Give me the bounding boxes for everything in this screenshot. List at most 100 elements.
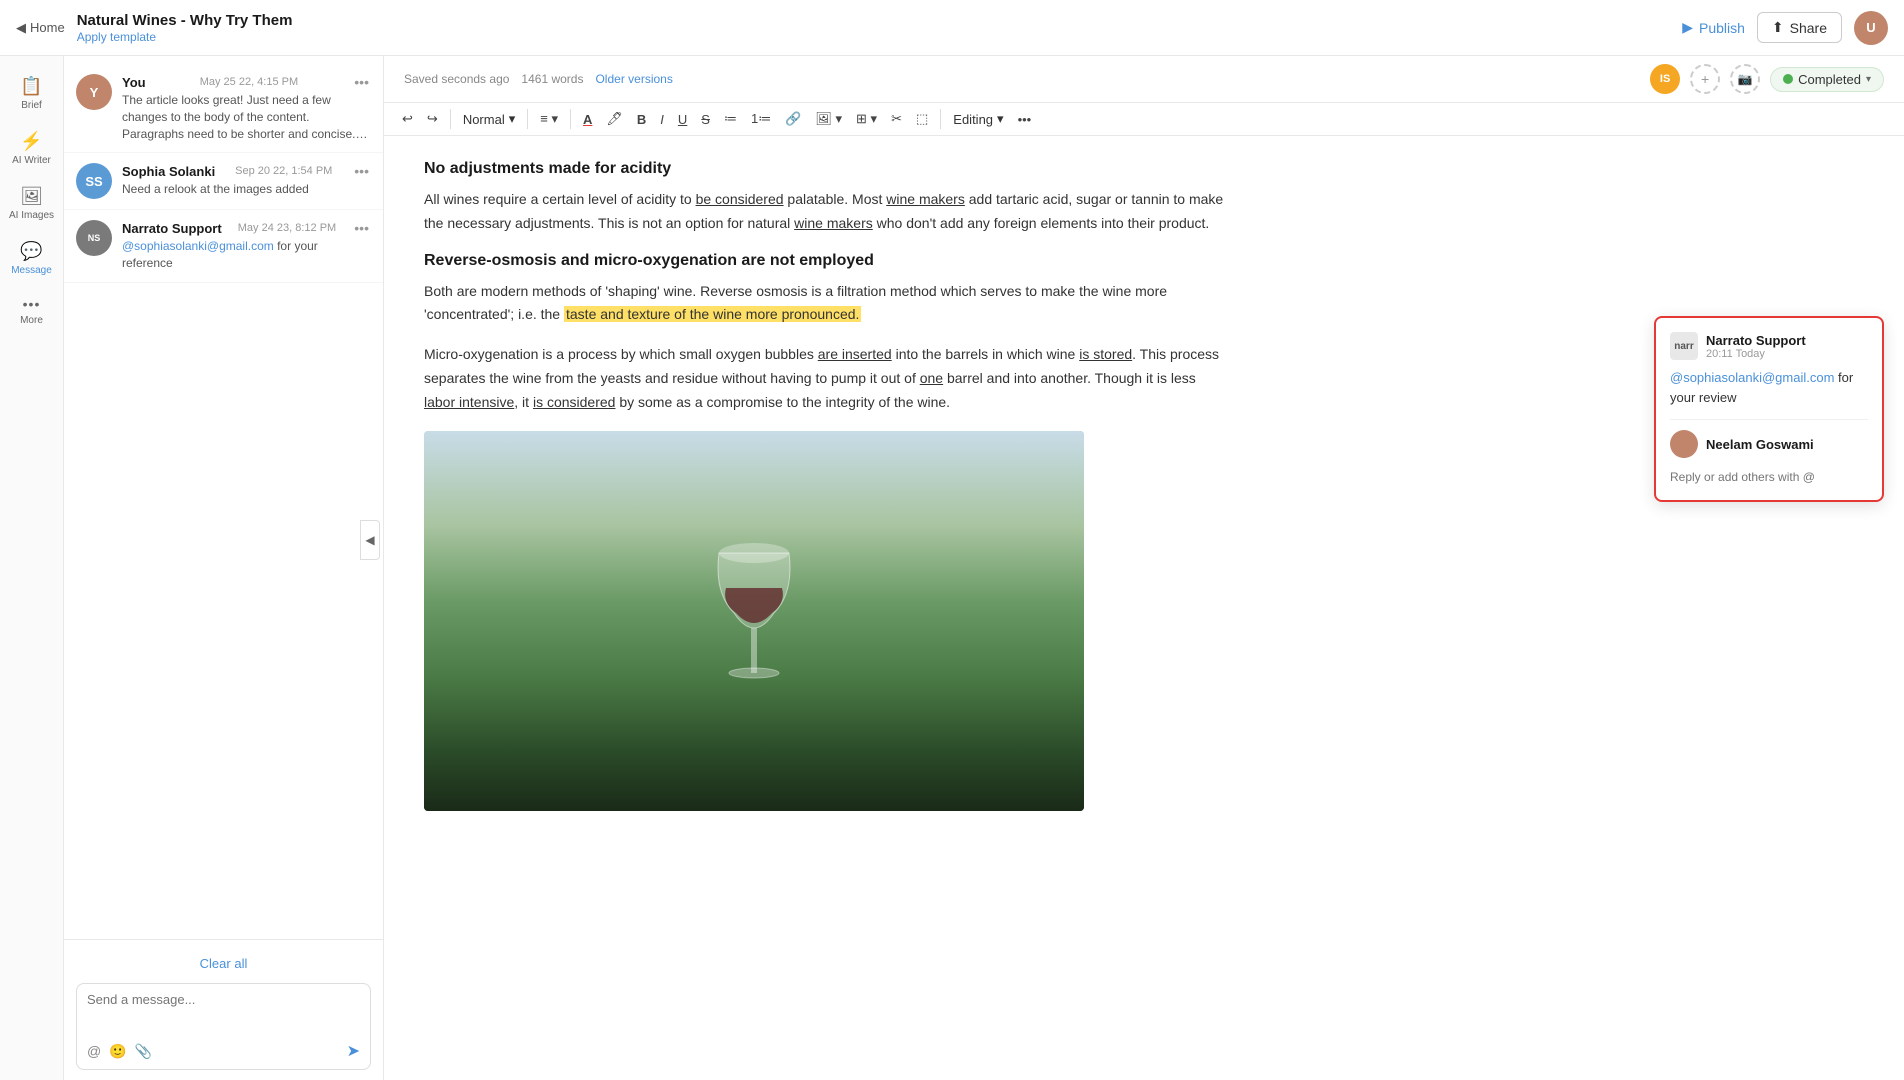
word-count: 1461 words <box>521 72 583 86</box>
wine-vineyard-image <box>424 431 1084 811</box>
reply-user-name: Neelam Goswami <box>1706 437 1814 452</box>
brief-icon: 📋 <box>20 76 42 97</box>
editor-toolbar: ↩ ↪ Normal ▾ ≡ ▾ A 🖊 B I U S ≔ 1≔ 🔗 🖼 ▾ … <box>384 103 1904 136</box>
more-toolbar-button[interactable]: ••• <box>1012 108 1038 131</box>
message-author: Sophia Solanki <box>122 164 215 179</box>
comment-popup: narr Narrato Support 20:11 Today @sophia… <box>1654 316 1884 502</box>
message-more-icon[interactable]: ••• <box>352 220 371 236</box>
message-content: Narrato Support May 24 23, 8:12 PM ••• @… <box>122 220 371 272</box>
comment-text: @sophiasolanki@gmail.com for your review <box>1670 368 1868 407</box>
camera-icon-button[interactable]: 📷 <box>1730 64 1760 94</box>
message-text: @sophiasolanki@gmail.com for your refere… <box>122 238 371 272</box>
saved-status: Saved seconds ago <box>404 72 509 86</box>
message-text: The article looks great! Just need a few… <box>122 92 371 142</box>
highlighted-text: taste and texture of the wine more prono… <box>564 306 861 322</box>
format-clear-button[interactable]: ✂ <box>885 107 908 131</box>
comment-time: 20:11 Today <box>1706 348 1806 360</box>
underline-button[interactable]: U <box>672 108 693 131</box>
code-button[interactable]: ⬚ <box>910 107 934 131</box>
text-color-button[interactable]: A <box>577 108 598 131</box>
topbar-title-area: Natural Wines - Why Try Them Apply templ… <box>77 12 1683 44</box>
collaborator-avatar-is: IS <box>1650 64 1680 94</box>
align-button[interactable]: ≡ ▾ <box>534 107 564 131</box>
topbar: ◀ Home Natural Wines - Why Try Them Appl… <box>0 0 1904 56</box>
clear-all-button[interactable]: Clear all <box>76 950 371 977</box>
sidebar-item-brief[interactable]: 📋 Brief <box>4 68 60 119</box>
completed-status-badge[interactable]: Completed ▾ <box>1770 67 1884 92</box>
chevron-down-icon: ▾ <box>509 111 516 127</box>
list-item[interactable]: NS Narrato Support May 24 23, 8:12 PM ••… <box>64 210 383 283</box>
message-more-icon[interactable]: ••• <box>352 74 371 90</box>
section2-paragraph2: Micro-oxygenation is a process by which … <box>424 343 1224 414</box>
message-author: Narrato Support <box>122 221 222 236</box>
redo-button[interactable]: ↪ <box>421 107 444 131</box>
sidebar-item-more[interactable]: ••• More <box>4 288 60 334</box>
editor-status-bar: Saved seconds ago 1461 words Older versi… <box>384 56 1904 103</box>
message-content: You May 25 22, 4:15 PM ••• The article l… <box>122 74 371 142</box>
publish-button[interactable]: ▶ Publish <box>1682 19 1745 36</box>
list-item[interactable]: Y You May 25 22, 4:15 PM ••• The article… <box>64 64 383 153</box>
emoji-icon[interactable]: 🙂 <box>109 1043 126 1060</box>
toolbar-divider <box>527 109 528 129</box>
mention-icon[interactable]: @ <box>87 1043 101 1059</box>
attach-icon[interactable]: 📎 <box>135 1043 152 1060</box>
message-time: May 25 22, 4:15 PM <box>200 76 298 88</box>
format-select[interactable]: Normal ▾ <box>457 107 521 131</box>
avatar: NS <box>76 220 112 256</box>
ai-writer-icon: ⚡ <box>20 131 42 152</box>
page-title: Natural Wines - Why Try Them <box>77 12 1683 29</box>
chevron-down-icon: ▾ <box>1866 74 1871 85</box>
section2-heading: Reverse-osmosis and micro-oxygenation ar… <box>424 252 1224 270</box>
apply-template-link[interactable]: Apply template <box>77 30 1683 44</box>
avatar[interactable]: U <box>1854 11 1888 45</box>
message-time: Sep 20 22, 1:54 PM <box>235 165 332 177</box>
comment-email-link[interactable]: @sophiasolanki@gmail.com <box>1670 370 1834 385</box>
message-time: May 24 23, 8:12 PM <box>238 222 336 234</box>
older-versions-link[interactable]: Older versions <box>595 72 672 86</box>
bold-button[interactable]: B <box>631 108 652 131</box>
editing-mode-selector[interactable]: Editing ▾ <box>947 107 1009 131</box>
section1-heading: No adjustments made for acidity <box>424 160 1224 178</box>
toolbar-divider <box>450 109 451 129</box>
italic-button[interactable]: I <box>654 108 670 131</box>
send-button[interactable]: ➤ <box>347 1041 360 1061</box>
publish-icon: ▶ <box>1682 19 1693 36</box>
table-button[interactable]: ⊞ ▾ <box>850 107 883 131</box>
reply-input[interactable] <box>1670 470 1868 484</box>
add-collaborator-button[interactable]: + <box>1690 64 1720 94</box>
comment-logo: narr <box>1670 332 1698 360</box>
bullet-list-button[interactable]: ≔ <box>718 107 743 131</box>
link-button[interactable]: 🔗 <box>779 107 807 131</box>
comment-header: narr Narrato Support 20:11 Today <box>1670 332 1868 360</box>
undo-button[interactable]: ↩ <box>396 107 419 131</box>
message-author: You <box>122 75 146 90</box>
sidebar-item-ai-images[interactable]: 🖼 AI Images <box>4 178 60 229</box>
strikethrough-button[interactable]: S <box>695 108 716 131</box>
message-panel: Y You May 25 22, 4:15 PM ••• The article… <box>64 56 384 1080</box>
image-button[interactable]: 🖼 ▾ <box>809 107 848 131</box>
numbered-list-button[interactable]: 1≔ <box>745 107 777 131</box>
ai-images-icon: 🖼 <box>20 186 43 207</box>
avatar: Y <box>76 74 112 110</box>
message-footer: Clear all @ 🙂 📎 ➤ <box>64 939 383 1080</box>
icon-sidebar: 📋 Brief ⚡ AI Writer 🖼 AI Images 💬 Messag… <box>0 56 64 1080</box>
topbar-actions: ▶ Publish ⬆ Share U <box>1682 11 1888 45</box>
collapse-panel-button[interactable]: ◀ <box>360 520 380 560</box>
highlight-button[interactable]: 🖊 <box>600 107 629 131</box>
sidebar-item-ai-writer[interactable]: ⚡ AI Writer <box>4 123 60 174</box>
message-list: Y You May 25 22, 4:15 PM ••• The article… <box>64 56 383 939</box>
editor-topbar-right: IS + 📷 Completed ▾ <box>1650 64 1884 94</box>
message-more-icon[interactable]: ••• <box>352 163 371 179</box>
back-button[interactable]: ◀ Home <box>16 20 65 36</box>
share-button[interactable]: ⬆ Share <box>1757 12 1842 43</box>
avatar: SS <box>76 163 112 199</box>
section1-paragraph: All wines require a certain level of aci… <box>424 188 1224 236</box>
sidebar-item-message[interactable]: 💬 Message <box>4 233 60 284</box>
chevron-down-icon: ▾ <box>997 111 1004 127</box>
list-item[interactable]: SS Sophia Solanki Sep 20 22, 1:54 PM •••… <box>64 153 383 210</box>
message-input[interactable] <box>87 992 360 1032</box>
email-link[interactable]: @sophiasolanki@gmail.com <box>122 239 274 253</box>
comment-reply-area: Neelam Goswami <box>1670 419 1868 486</box>
wine-glass-svg <box>704 513 804 693</box>
message-text: Need a relook at the images added <box>122 181 371 198</box>
